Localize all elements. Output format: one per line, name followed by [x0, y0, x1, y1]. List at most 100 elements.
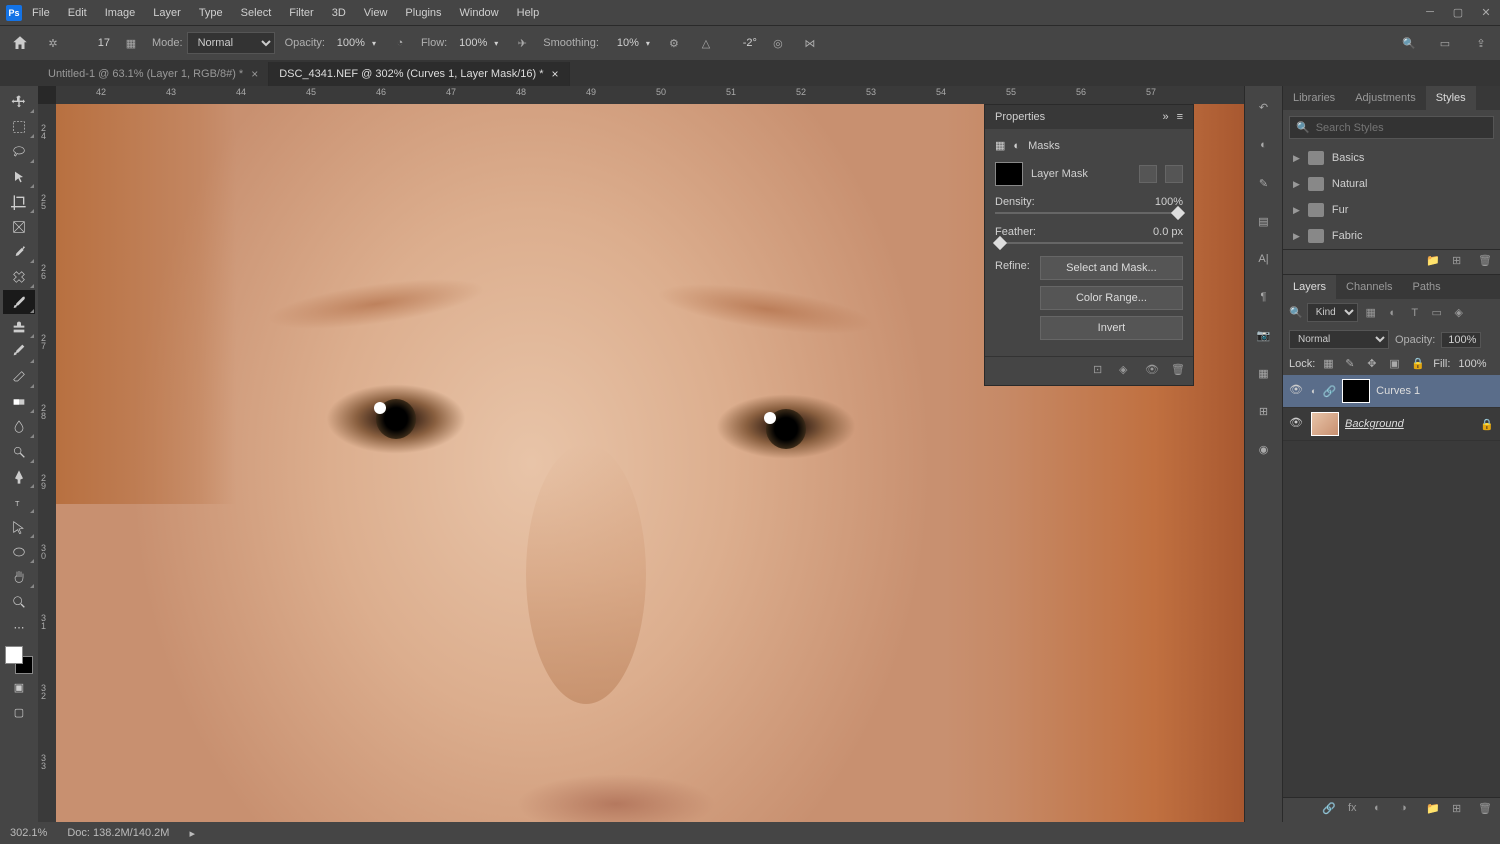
layer-name[interactable]: Background	[1345, 418, 1404, 430]
screenmode-toggle[interactable]: ▢	[3, 700, 35, 724]
shape-tool[interactable]	[3, 540, 35, 564]
ruler-horizontal[interactable]: 42434445464748495051525354555657	[56, 86, 1244, 104]
adjustments-panel-icon[interactable]: ◐	[1251, 132, 1277, 158]
style-folder-fabric[interactable]: ▶Fabric	[1283, 223, 1500, 249]
apply-mask-icon[interactable]: ◈	[1119, 363, 1135, 379]
layer-background[interactable]: 👁 Background 🔒	[1283, 408, 1500, 441]
filter-type-icon[interactable]: T	[1406, 304, 1424, 322]
layer-opacity-value[interactable]: 100%	[1441, 332, 1481, 348]
styles-search-input[interactable]	[1316, 122, 1487, 134]
disable-mask-icon[interactable]: 👁	[1145, 363, 1161, 379]
opacity-value[interactable]: 100%	[329, 37, 365, 49]
layer-thumb[interactable]	[1311, 412, 1339, 436]
symmetry-icon[interactable]: ⋈	[799, 32, 821, 54]
layer-mask-thumb[interactable]	[1342, 379, 1370, 403]
tab-layers[interactable]: Layers	[1283, 275, 1336, 299]
tab-close-icon[interactable]: ×	[251, 67, 258, 81]
lock-all-icon[interactable]: 🔒	[1411, 357, 1425, 371]
eraser-tool[interactable]	[3, 365, 35, 389]
tab-styles[interactable]: Styles	[1426, 86, 1476, 110]
menu-image[interactable]: Image	[97, 3, 144, 23]
eyedropper-tool[interactable]	[3, 240, 35, 264]
blend-mode-select[interactable]: Normal	[1289, 330, 1389, 349]
style-folder-fur[interactable]: ▶Fur	[1283, 197, 1500, 223]
collapse-icon[interactable]: »	[1162, 111, 1168, 123]
foreground-color[interactable]	[5, 646, 23, 664]
filter-kind-select[interactable]: Kind	[1307, 303, 1358, 322]
tab-paths[interactable]: Paths	[1403, 275, 1451, 299]
minimize-button[interactable]: ─	[1422, 4, 1438, 20]
blur-tool[interactable]	[3, 415, 35, 439]
feather-track[interactable]	[995, 242, 1183, 244]
brush-tool[interactable]	[3, 290, 35, 314]
add-mask-icon[interactable]	[1139, 165, 1157, 183]
patterns-panel-icon[interactable]: ⊞	[1251, 398, 1277, 424]
menu-filter[interactable]: Filter	[281, 3, 321, 23]
layer-style-icon[interactable]: fx	[1348, 802, 1364, 818]
style-folder-basics[interactable]: ▶Basics	[1283, 145, 1500, 171]
load-selection-icon[interactable]: ⊡	[1093, 363, 1109, 379]
style-folder-natural[interactable]: ▶Natural	[1283, 171, 1500, 197]
brush-panel-icon[interactable]: ✎	[1251, 170, 1277, 196]
gradient-tool[interactable]	[3, 390, 35, 414]
character-panel-icon[interactable]: A|	[1251, 246, 1277, 272]
mask-thumbnail[interactable]	[995, 162, 1023, 186]
layer-mask-icon[interactable]: ◐	[1374, 802, 1390, 818]
3d-panel-icon[interactable]: ◉	[1251, 436, 1277, 462]
crop-tool[interactable]	[3, 190, 35, 214]
filter-shape-icon[interactable]: ▭	[1428, 304, 1446, 322]
pixel-mask-icon[interactable]: ▦	[995, 139, 1005, 152]
color-range-button[interactable]: Color Range...	[1040, 286, 1183, 310]
density-track[interactable]	[995, 212, 1183, 214]
tab-channels[interactable]: Channels	[1336, 275, 1402, 299]
select-and-mask-button[interactable]: Select and Mask...	[1040, 256, 1183, 280]
new-group-icon[interactable]: 📁	[1426, 802, 1442, 818]
lock-transparency-icon[interactable]: ▦	[1323, 357, 1337, 371]
lock-artboard-icon[interactable]: ▣	[1389, 357, 1403, 371]
tab-close-icon[interactable]: ×	[552, 67, 559, 81]
share-icon[interactable]: ⇪	[1470, 32, 1492, 54]
type-tool[interactable]: T	[3, 490, 35, 514]
menu-type[interactable]: Type	[191, 3, 231, 23]
layer-name[interactable]: Curves 1	[1376, 385, 1420, 397]
smoothing-dropdown[interactable]: ▾	[643, 39, 653, 48]
pressure-size-icon[interactable]: ◎	[767, 32, 789, 54]
zoom-tool[interactable]	[3, 590, 35, 614]
marquee-tool[interactable]	[3, 115, 35, 139]
delete-mask-icon[interactable]: 🗑	[1171, 363, 1187, 379]
paragraph-panel-icon[interactable]: ¶	[1251, 284, 1277, 310]
properties-header[interactable]: Properties »≡	[985, 105, 1193, 129]
tab-untitled[interactable]: Untitled-1 @ 63.1% (Layer 1, RGB/8#) *×	[38, 62, 269, 86]
new-style-icon[interactable]: ⊞	[1452, 254, 1468, 270]
menu-file[interactable]: File	[24, 3, 58, 23]
maximize-button[interactable]: ▢	[1450, 4, 1466, 20]
color-swatches[interactable]	[5, 646, 33, 674]
styles-search[interactable]: 🔍	[1289, 116, 1494, 139]
close-button[interactable]: ✕	[1478, 4, 1494, 20]
smoothing-options-icon[interactable]: ⚙	[663, 32, 685, 54]
smoothing-value[interactable]: 10%	[603, 37, 639, 49]
brushes-panel-icon[interactable]: ▤	[1251, 208, 1277, 234]
ruler-vertical[interactable]: 24252627282930313233	[38, 104, 56, 822]
adjustment-layer-icon[interactable]: ◑	[1400, 802, 1416, 818]
zoom-level[interactable]: 302.1%	[10, 827, 47, 839]
menu-edit[interactable]: Edit	[60, 3, 95, 23]
new-folder-icon[interactable]: 📁	[1426, 254, 1442, 270]
tab-dsc4341[interactable]: DSC_4341.NEF @ 302% (Curves 1, Layer Mas…	[269, 62, 569, 86]
selection-tool[interactable]	[3, 165, 35, 189]
path-tool[interactable]	[3, 515, 35, 539]
blend-mode-select[interactable]: Normal	[187, 32, 275, 54]
brush-panel-toggle[interactable]: ▦	[120, 32, 142, 54]
visibility-toggle[interactable]: 👁	[1289, 416, 1305, 432]
layer-curves1[interactable]: 👁 ◐ 🔗 Curves 1	[1283, 375, 1500, 408]
hand-tool[interactable]	[3, 565, 35, 589]
doc-info[interactable]: Doc: 138.2M/140.2M	[67, 827, 169, 839]
home-button[interactable]	[8, 31, 32, 55]
airbrush-icon[interactable]: ✈	[511, 32, 533, 54]
workspace-icon[interactable]: ▭	[1434, 32, 1456, 54]
edit-toolbar[interactable]: ⋯	[3, 615, 35, 639]
brush-preset-picker[interactable]: ✲	[42, 32, 64, 54]
healing-tool[interactable]	[3, 265, 35, 289]
menu-window[interactable]: Window	[452, 3, 507, 23]
tab-adjustments[interactable]: Adjustments	[1345, 86, 1426, 110]
